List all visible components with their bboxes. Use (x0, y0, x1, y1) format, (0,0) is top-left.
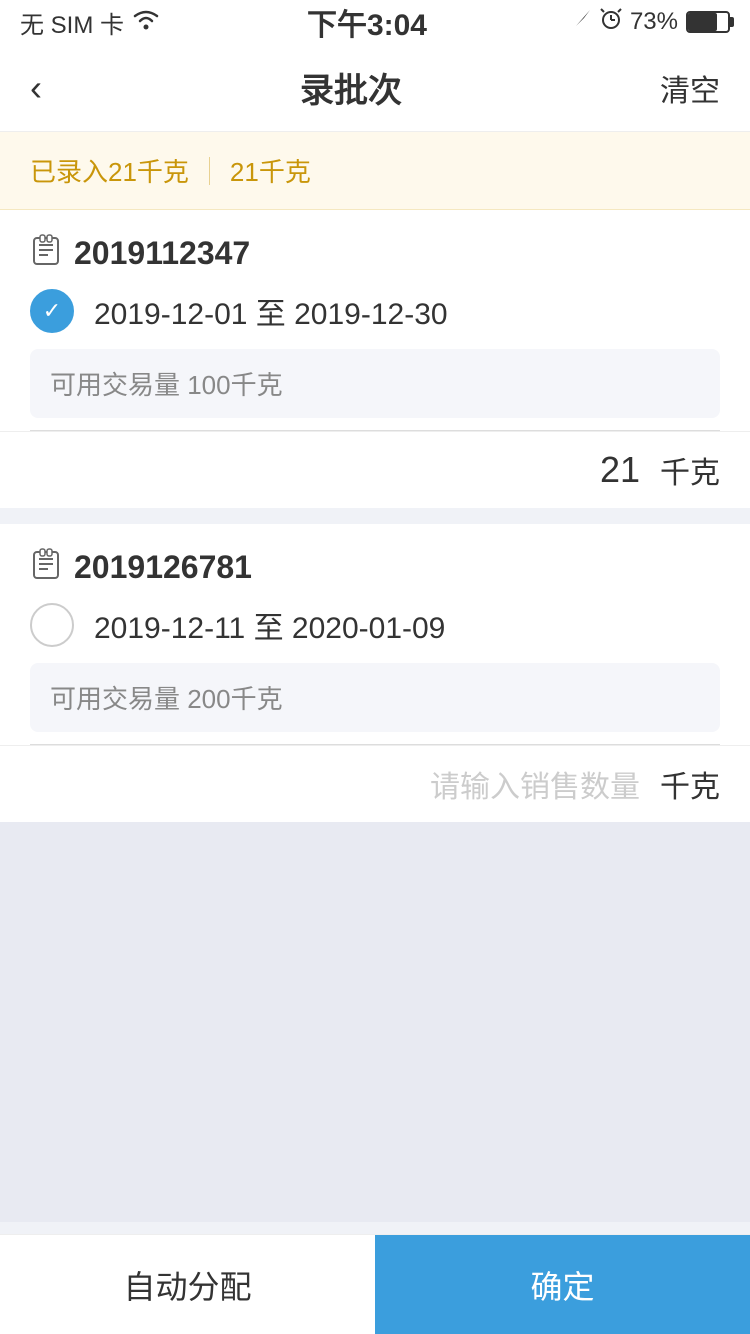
clear-button[interactable]: 清空 (660, 66, 720, 110)
banner-divider (209, 157, 210, 185)
status-bar: 无 SIM 卡 下午3:04 73% (0, 0, 750, 44)
nav-bar: ‹ 录批次 清空 (0, 44, 750, 132)
batch-available-2: 可用交易量 200千克 (30, 663, 720, 732)
recorded-label: 已录入21千克 (30, 152, 189, 189)
bottom-bar: 自动分配 确定 (0, 1234, 750, 1334)
gray-area (0, 822, 750, 1222)
separator-area (0, 508, 750, 524)
batch-header-1: 2019112347 (0, 210, 750, 285)
batch-amount-row-1: 21 千克 (0, 431, 750, 508)
confirm-button[interactable]: 确定 (375, 1235, 750, 1334)
back-button[interactable]: ‹ (30, 67, 42, 109)
radio-1[interactable]: ✓ (30, 289, 74, 333)
radio-2[interactable] (30, 603, 74, 647)
wifi-icon (132, 8, 160, 37)
batch-row-1[interactable]: ✓ 2019-12-01 至 2019-12-30 (0, 285, 750, 345)
check-icon-1: ✓ (43, 298, 61, 324)
batch-date-2: 2019-12-11 至 2020-01-09 (94, 603, 445, 647)
auto-distribute-button[interactable]: 自动分配 (0, 1235, 375, 1334)
amount-label: 21千克 (230, 152, 311, 189)
batch-date-1: 2019-12-01 至 2019-12-30 (94, 289, 448, 333)
unit-2: 千克 (660, 762, 720, 806)
batch-id-2: 2019126781 (74, 549, 252, 586)
status-carrier: 无 SIM 卡 (20, 5, 160, 40)
info-banner: 已录入21千克 21千克 (0, 132, 750, 210)
amount-value-1[interactable]: 21 (560, 449, 640, 491)
status-right: 73% (574, 8, 730, 37)
page-title: 录批次 (300, 63, 402, 112)
batch-icon-2 (30, 548, 62, 587)
batch-header-2: 2019126781 (0, 524, 750, 599)
alarm-icon (600, 8, 622, 37)
batch-id-1: 2019112347 (74, 235, 250, 272)
batch-icon-1 (30, 234, 62, 273)
location-icon (574, 8, 592, 37)
batch-available-1: 可用交易量 100千克 (30, 349, 720, 418)
status-time: 下午3:04 (307, 0, 427, 44)
batch-item-1: 2019112347 ✓ 2019-12-01 至 2019-12-30 可用交… (0, 210, 750, 508)
unit-1: 千克 (660, 448, 720, 492)
battery-icon (686, 11, 730, 33)
amount-placeholder-2: 请输入销售数量 (30, 762, 640, 806)
batch-item-2: 2019126781 2019-12-11 至 2020-01-09 可用交易量… (0, 524, 750, 822)
batch-amount-row-2: 请输入销售数量 千克 (0, 745, 750, 822)
batch-row-2[interactable]: 2019-12-11 至 2020-01-09 (0, 599, 750, 659)
battery-label: 73% (630, 8, 678, 36)
